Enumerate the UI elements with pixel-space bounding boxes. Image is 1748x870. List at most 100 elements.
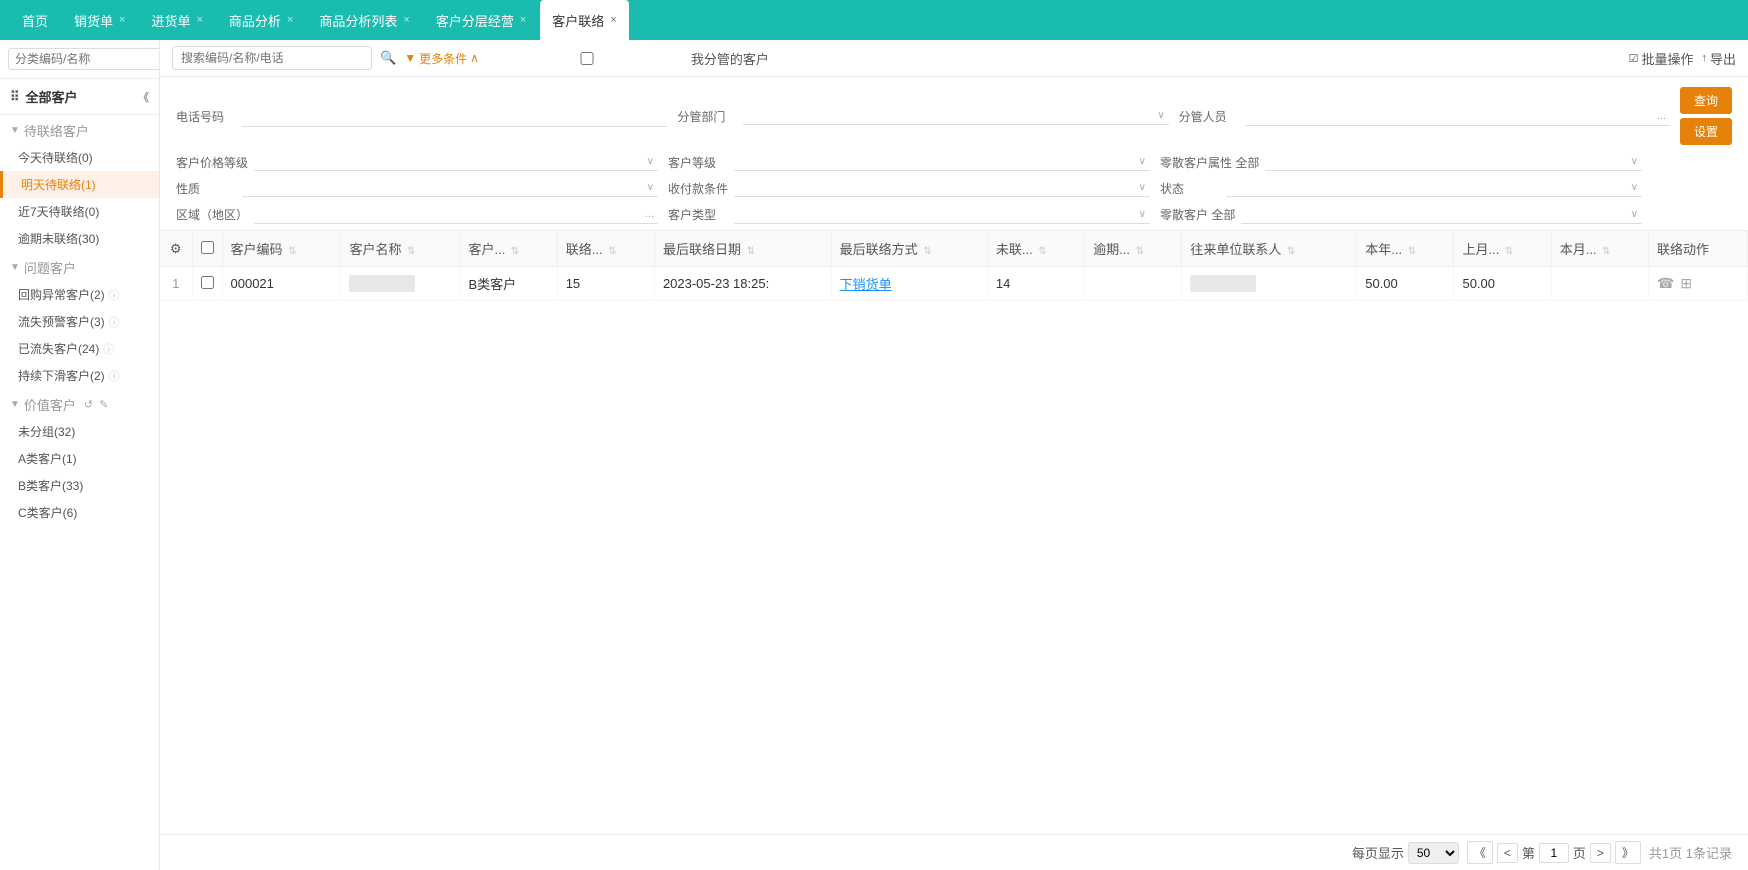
table-row: 1 000021 B类客户 15 2023-05-23 18:25: 下 bbox=[160, 267, 1748, 301]
first-page-btn[interactable]: 《 bbox=[1467, 841, 1493, 864]
content-area: 🔍 ▼ 更多条件 ∧ 我分管的客户 ☑ 批量操作 ↑ 导出 bbox=[160, 40, 1748, 870]
nav-home[interactable]: 首页 bbox=[10, 0, 60, 40]
col-uncontacted: 未联... ⇅ bbox=[987, 231, 1084, 267]
filter-payment: 收付款条件 ∨ bbox=[668, 179, 1150, 197]
sidebar-item-today-contact[interactable]: 今天待联络(0) bbox=[0, 144, 159, 171]
sidebar-item-ungrouped[interactable]: 未分组(32) bbox=[0, 418, 159, 445]
close-icon[interactable]: × bbox=[610, 14, 616, 26]
phone-input[interactable] bbox=[242, 106, 667, 127]
next-page-btn[interactable]: > bbox=[1590, 843, 1611, 863]
data-table-wrapper: ⚙ 客户编码 ⇅ 客户名称 ⇅ 客户... ⇅ 联络... ⇅ 最后联络日期 ⇅… bbox=[160, 231, 1748, 834]
filter-price-grade: 客户价格等级 ∨ bbox=[176, 153, 658, 171]
my-customers-checkbox[interactable]: 我分管的客户 bbox=[487, 49, 769, 68]
customer-name-blurred bbox=[349, 275, 414, 292]
sidebar-item-class-a[interactable]: A类客户(1) bbox=[0, 445, 159, 472]
sidebar-item-7days-contact[interactable]: 近7天待联络(0) bbox=[0, 198, 159, 225]
col-customer-code: 客户编码 ⇅ bbox=[222, 231, 341, 267]
my-customers-check[interactable] bbox=[487, 52, 687, 65]
retail-customer-select[interactable]: ∨ bbox=[1241, 206, 1642, 224]
nature-select[interactable]: ∨ bbox=[242, 179, 658, 197]
all-customers-item[interactable]: ⠿ 全部客户 《 bbox=[0, 79, 159, 115]
select-all-checkbox[interactable] bbox=[201, 241, 214, 254]
nav-customer-tier[interactable]: 客户分层经营 × bbox=[424, 0, 538, 40]
sidebar-item-class-b[interactable]: B类客户(33) bbox=[0, 472, 159, 499]
col-current-month: 本月... ⇅ bbox=[1551, 231, 1648, 267]
filter-region: 区域（地区） ... bbox=[176, 205, 658, 224]
checkbox-column-header bbox=[192, 231, 222, 267]
filter-retail-customer: 零散客户 全部 ∨ bbox=[1160, 206, 1642, 224]
export-btn[interactable]: ↑ 导出 bbox=[1701, 49, 1736, 68]
customer-grade-select[interactable]: ∨ bbox=[734, 153, 1150, 171]
more-conditions-btn[interactable]: ▼ 更多条件 ∧ bbox=[404, 50, 479, 67]
customer-name-cell bbox=[341, 267, 460, 301]
last-contact-date-cell: 2023-05-23 18:25: bbox=[654, 267, 831, 301]
col-last-contact-date: 最后联络日期 ⇅ bbox=[654, 231, 831, 267]
close-icon[interactable]: × bbox=[119, 14, 125, 26]
row-number: 1 bbox=[160, 267, 192, 301]
price-grade-select[interactable]: ∨ bbox=[254, 153, 658, 171]
page-size-control: 每页显示 50 100 bbox=[1352, 842, 1459, 864]
batch-op-btn[interactable]: ☑ 批量操作 bbox=[1629, 49, 1694, 68]
dept-select[interactable]: ∨ bbox=[743, 107, 1168, 125]
sidebar-item-declining[interactable]: 持续下滑客户(2) ⓘ bbox=[0, 362, 159, 389]
nav-customer-contact[interactable]: 客户联络 × bbox=[540, 0, 628, 40]
more-action-icon[interactable]: ⊞ bbox=[1680, 275, 1692, 292]
close-icon[interactable]: × bbox=[520, 14, 526, 26]
gear-icon[interactable]: ⚙ bbox=[170, 241, 182, 256]
contact-method-link[interactable]: 下销货单 bbox=[840, 277, 892, 292]
filter-dept: 分管部门 ∨ bbox=[677, 107, 1168, 125]
status-select[interactable]: ∨ bbox=[1226, 179, 1642, 197]
sidebar: 🔍 ⠿ 全部客户 《 ▼ 待联络客户 今天待联络(0) 明天待联络(1) 近7天… bbox=[0, 40, 160, 870]
manager-dots[interactable]: ... bbox=[1245, 107, 1670, 126]
nav-product-analysis[interactable]: 商品分析 × bbox=[217, 0, 305, 40]
region-dots[interactable]: ... bbox=[254, 205, 658, 224]
filter-search-icon[interactable]: 🔍 bbox=[380, 50, 396, 66]
phone-action-icon[interactable]: ☎ bbox=[1657, 275, 1674, 292]
refresh-icon[interactable]: ↺ bbox=[84, 398, 93, 411]
nav-product-analysis-list[interactable]: 商品分析列表 × bbox=[307, 0, 421, 40]
customer-type-select[interactable]: ∨ bbox=[734, 206, 1150, 224]
sidebar-item-churn-warning[interactable]: 流失预警客户(3) ⓘ bbox=[0, 308, 159, 335]
col-customer-type: 客户... ⇅ bbox=[460, 231, 557, 267]
contact-count-cell: 15 bbox=[557, 267, 654, 301]
nav-sales-order[interactable]: 销货单 × bbox=[62, 0, 137, 40]
edit-icon[interactable]: ✎ bbox=[99, 398, 108, 411]
col-last-month: 上月... ⇅ bbox=[1454, 231, 1551, 267]
sidebar-search-area: 🔍 bbox=[0, 40, 159, 79]
filter-row-4: 区域（地区） ... 客户类型 ∨ 零散客户 全部 ∨ bbox=[176, 205, 1732, 224]
filter-phone: 电话号码 bbox=[176, 106, 667, 127]
sidebar-item-churned[interactable]: 已流失客户(24) ⓘ bbox=[0, 335, 159, 362]
col-contact-count: 联络... ⇅ bbox=[557, 231, 654, 267]
prev-page-btn[interactable]: < bbox=[1497, 843, 1518, 863]
customer-code-cell: 000021 bbox=[222, 267, 341, 301]
filter-actions: 查询 设置 bbox=[1680, 87, 1732, 145]
retail-attr-select[interactable]: ∨ bbox=[1265, 153, 1642, 171]
uncontacted-cell: 14 bbox=[987, 267, 1084, 301]
last-month-cell: 50.00 bbox=[1454, 267, 1551, 301]
current-year-cell: 50.00 bbox=[1357, 267, 1454, 301]
reset-btn[interactable]: 设置 bbox=[1680, 118, 1732, 145]
section-problem-customers: ▼ 问题客户 bbox=[0, 252, 159, 281]
search-input[interactable] bbox=[172, 46, 372, 70]
close-icon[interactable]: × bbox=[287, 14, 293, 26]
sidebar-item-class-c[interactable]: C类客户(6) bbox=[0, 499, 159, 526]
close-icon[interactable]: × bbox=[403, 14, 409, 26]
row-checkbox[interactable] bbox=[201, 276, 214, 289]
nav-purchase-order[interactable]: 进货单 × bbox=[139, 0, 214, 40]
gear-column-header[interactable]: ⚙ bbox=[160, 231, 192, 267]
row-checkbox-cell bbox=[192, 267, 222, 301]
filter-bar: 🔍 ▼ 更多条件 ∧ 我分管的客户 ☑ 批量操作 ↑ 导出 bbox=[160, 40, 1748, 77]
close-icon[interactable]: × bbox=[196, 14, 202, 26]
last-page-btn[interactable]: 》 bbox=[1615, 841, 1641, 864]
sidebar-item-tomorrow-contact[interactable]: 明天待联络(1) bbox=[0, 171, 159, 198]
page-size-select[interactable]: 50 100 bbox=[1408, 842, 1459, 864]
query-btn[interactable]: 查询 bbox=[1680, 87, 1732, 114]
sidebar-item-repurchase-abnormal[interactable]: 回购异常客户(2) ⓘ bbox=[0, 281, 159, 308]
filter-nature: 性质 ∨ bbox=[176, 179, 658, 197]
page-input[interactable] bbox=[1539, 843, 1569, 863]
sidebar-search-input[interactable] bbox=[8, 48, 160, 70]
sidebar-item-overdue-contact[interactable]: 逾期未联络(30) bbox=[0, 225, 159, 252]
overdue-cell bbox=[1085, 267, 1182, 301]
payment-select[interactable]: ∨ bbox=[734, 179, 1150, 197]
advanced-filter-panel: 电话号码 分管部门 ∨ 分管人员 ... 查询 设置 bbox=[160, 77, 1748, 231]
